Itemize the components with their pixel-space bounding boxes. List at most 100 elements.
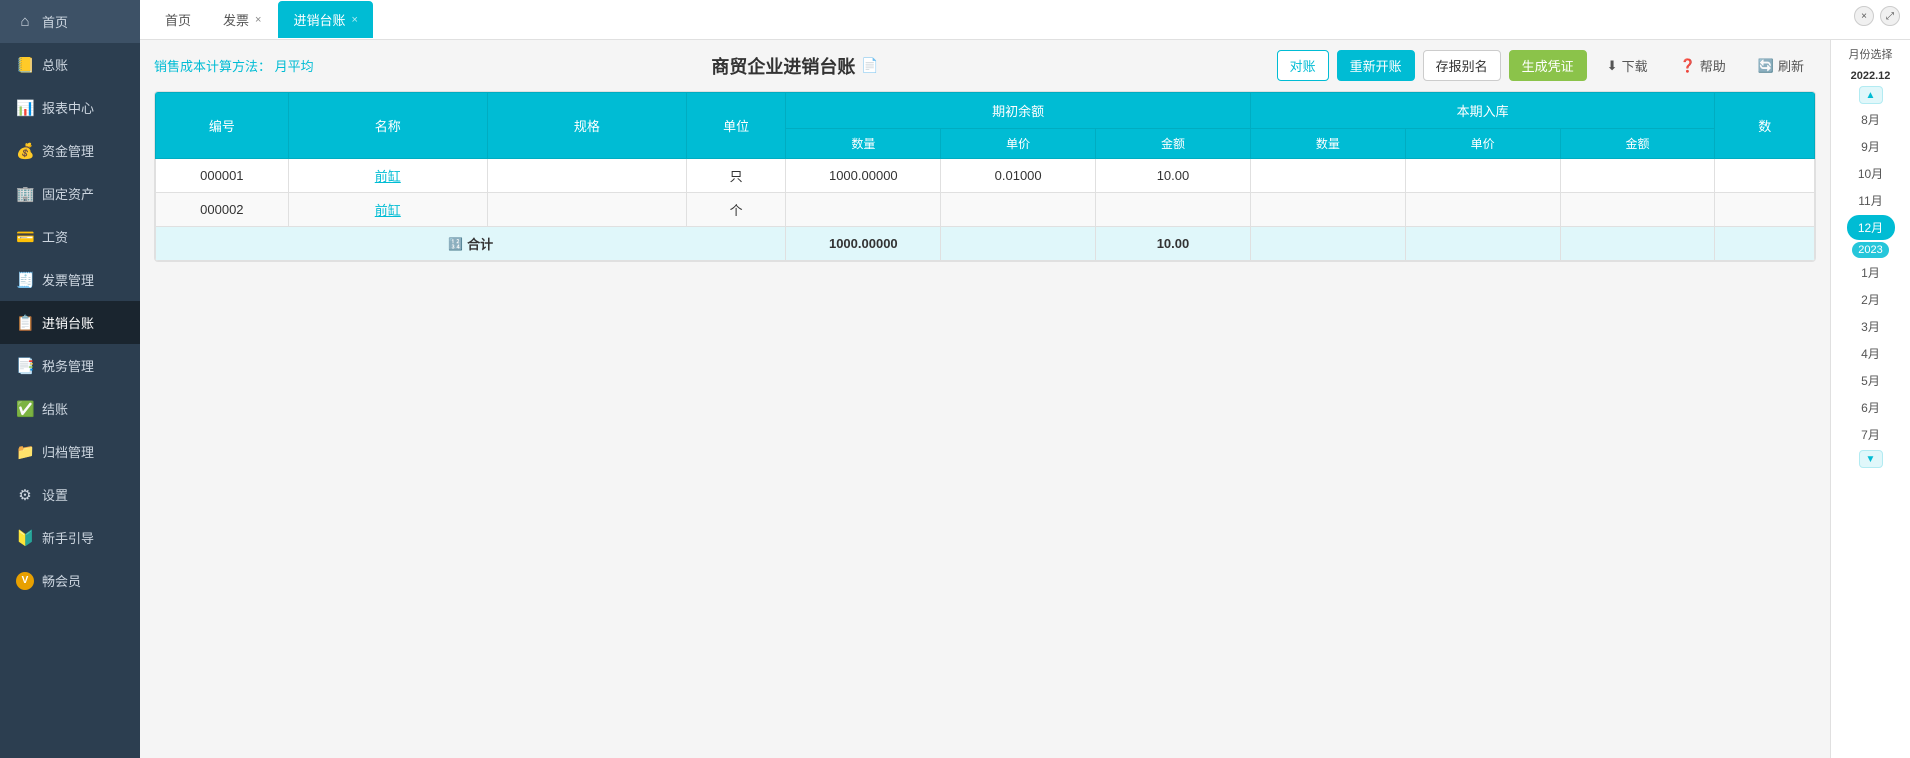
col-opening-qty: 数量 (786, 129, 941, 159)
cell-id: 000002 (156, 193, 289, 227)
funds-icon: 💰 (16, 142, 34, 160)
cell-extra (1715, 159, 1815, 193)
settings-icon: ⚙ (16, 486, 34, 504)
guide-icon: 🔰 (16, 529, 34, 547)
month-item-9[interactable]: 9月 (1847, 134, 1895, 159)
toolbar-buttons: 对账 重新开账 存报别名 生成凭证 ⬇ 下载 ❓ 帮助 🔄 刷新 (1277, 50, 1816, 81)
sidebar-item-label: 畅会员 (42, 571, 81, 590)
tab-invoice-close[interactable]: × (255, 14, 261, 26)
month-item-4[interactable]: 4月 (1847, 341, 1895, 366)
tax-icon: 📑 (16, 357, 34, 375)
sidebar-item-funds[interactable]: 💰 资金管理 (0, 129, 140, 172)
archive-icon: 📁 (16, 443, 34, 461)
cell-opening-qty (786, 193, 941, 227)
cell-inbound-qty (1250, 159, 1405, 193)
total-extra (1715, 227, 1815, 261)
tab-purchase-sale-close[interactable]: × (351, 14, 357, 26)
cell-opening-price (941, 193, 1096, 227)
cost-method-value: 月平均 (275, 59, 314, 74)
tab-invoice[interactable]: 发票 × (208, 1, 276, 38)
col-id: 编号 (156, 93, 289, 159)
sidebar-item-tax[interactable]: 📑 税务管理 (0, 344, 140, 387)
month-item-1[interactable]: 1月 (1847, 260, 1895, 285)
vip-icon: V (16, 572, 34, 590)
col-inbound-price: 单价 (1405, 129, 1560, 159)
sidebar-item-archive[interactable]: 📁 归档管理 (0, 430, 140, 473)
header-row: 销售成本计算方法： 月平均 商贸企业进销台账 📄 对账 重新开账 存报别名 生成… (154, 50, 1816, 81)
sidebar-item-label: 归档管理 (42, 442, 94, 461)
generate-voucher-button[interactable]: 生成凭证 (1509, 50, 1587, 81)
close-button[interactable]: × (1854, 6, 1874, 26)
refresh-label: 刷新 (1778, 56, 1804, 75)
sidebar-item-assets[interactable]: 🏢 固定资产 (0, 172, 140, 215)
sidebar-item-home[interactable]: ⌂ 首页 (0, 0, 140, 43)
month-item-6[interactable]: 6月 (1847, 395, 1895, 420)
download-button[interactable]: ⬇ 下载 (1595, 51, 1660, 80)
col-inbound: 本期入库 (1250, 93, 1715, 129)
cell-id: 000001 (156, 159, 289, 193)
month-item-2[interactable]: 2月 (1847, 287, 1895, 312)
table-total-row: 🔢 合计 1000.00000 10.00 (156, 227, 1815, 261)
month-item-11[interactable]: 11月 (1847, 188, 1895, 213)
sidebar-item-checkout[interactable]: ✅ 结账 (0, 387, 140, 430)
tab-purchase-sale-label: 进销台账 (293, 10, 345, 29)
table-container: 编号 名称 规格 单位 期初余额 本期入库 数 数量 单价 金额 数 (154, 91, 1816, 262)
cell-name: 前缸 (288, 193, 487, 227)
month-item-8[interactable]: 8月 (1847, 107, 1895, 132)
cell-name: 前缸 (288, 159, 487, 193)
cell-inbound-price (1405, 159, 1560, 193)
tab-purchase-sale[interactable]: 进销台账 × (278, 1, 372, 38)
assets-icon: 🏢 (16, 185, 34, 203)
match-button[interactable]: 对账 (1277, 50, 1329, 81)
total-inbound-price (1405, 227, 1560, 261)
col-inbound-amount: 金额 (1560, 129, 1715, 159)
sidebar-item-label: 首页 (42, 12, 68, 31)
month-item-10[interactable]: 10月 (1847, 161, 1895, 186)
month-item-3[interactable]: 3月 (1847, 314, 1895, 339)
sidebar-item-label: 资金管理 (42, 141, 94, 160)
col-spec: 规格 (487, 93, 686, 159)
maximize-button[interactable]: ⤢ (1880, 6, 1900, 26)
save-alias-button[interactable]: 存报别名 (1423, 50, 1501, 81)
total-label-cell: 🔢 合计 (156, 227, 786, 261)
sidebar-item-guide[interactable]: 🔰 新手引导 (0, 516, 140, 559)
help-label: 帮助 (1700, 56, 1726, 75)
content-area: 销售成本计算方法： 月平均 商贸企业进销台账 📄 对账 重新开账 存报别名 生成… (140, 40, 1910, 758)
total-label-text: 合计 (467, 234, 493, 253)
cell-spec (487, 193, 686, 227)
sidebar-item-ledger[interactable]: 📒 总账 (0, 43, 140, 86)
refresh-button[interactable]: 🔄 刷新 (1746, 51, 1816, 80)
col-name: 名称 (288, 93, 487, 159)
reopen-button[interactable]: 重新开账 (1337, 50, 1415, 81)
sidebar-item-settings[interactable]: ⚙ 设置 (0, 473, 140, 516)
sidebar-item-salary[interactable]: 💳 工资 (0, 215, 140, 258)
col-opening-balance: 期初余额 (786, 93, 1251, 129)
help-button[interactable]: ❓ 帮助 (1668, 51, 1738, 80)
name-link[interactable]: 前缸 (375, 169, 401, 184)
sidebar-item-label: 税务管理 (42, 356, 94, 375)
sidebar-item-report[interactable]: 📊 报表中心 (0, 86, 140, 129)
sidebar-item-label: 固定资产 (42, 184, 94, 203)
doc-info-icon[interactable]: 📄 (861, 57, 878, 74)
month-scroll-up[interactable]: ▲ (1859, 86, 1883, 104)
purchase-sale-table: 编号 名称 规格 单位 期初余额 本期入库 数 数量 单价 金额 数 (155, 92, 1815, 261)
sidebar-item-vip[interactable]: V 畅会员 (0, 559, 140, 602)
ledger-icon: 📒 (16, 56, 34, 74)
month-item-12[interactable]: 12月 (1847, 215, 1895, 240)
tab-home-label: 首页 (165, 10, 191, 29)
cell-opening-qty: 1000.00000 (786, 159, 941, 193)
sidebar-item-label: 总账 (42, 55, 68, 74)
month-panel-title: 月份选择 (1849, 46, 1893, 62)
sidebar-item-purchase-sale[interactable]: 📋 进销台账 (0, 301, 140, 344)
month-item-5[interactable]: 5月 (1847, 368, 1895, 393)
sidebar-item-label: 进销台账 (42, 313, 94, 332)
sidebar-item-invoice[interactable]: 🧾 发票管理 (0, 258, 140, 301)
tab-home[interactable]: 首页 (150, 1, 206, 38)
report-icon: 📊 (16, 99, 34, 117)
invoice-icon: 🧾 (16, 271, 34, 289)
cell-opening-price: 0.01000 (941, 159, 1096, 193)
month-scroll-down[interactable]: ▼ (1859, 450, 1883, 468)
total-opening-amount: 10.00 (1096, 227, 1251, 261)
month-item-7[interactable]: 7月 (1847, 422, 1895, 447)
name-link[interactable]: 前缸 (375, 203, 401, 218)
